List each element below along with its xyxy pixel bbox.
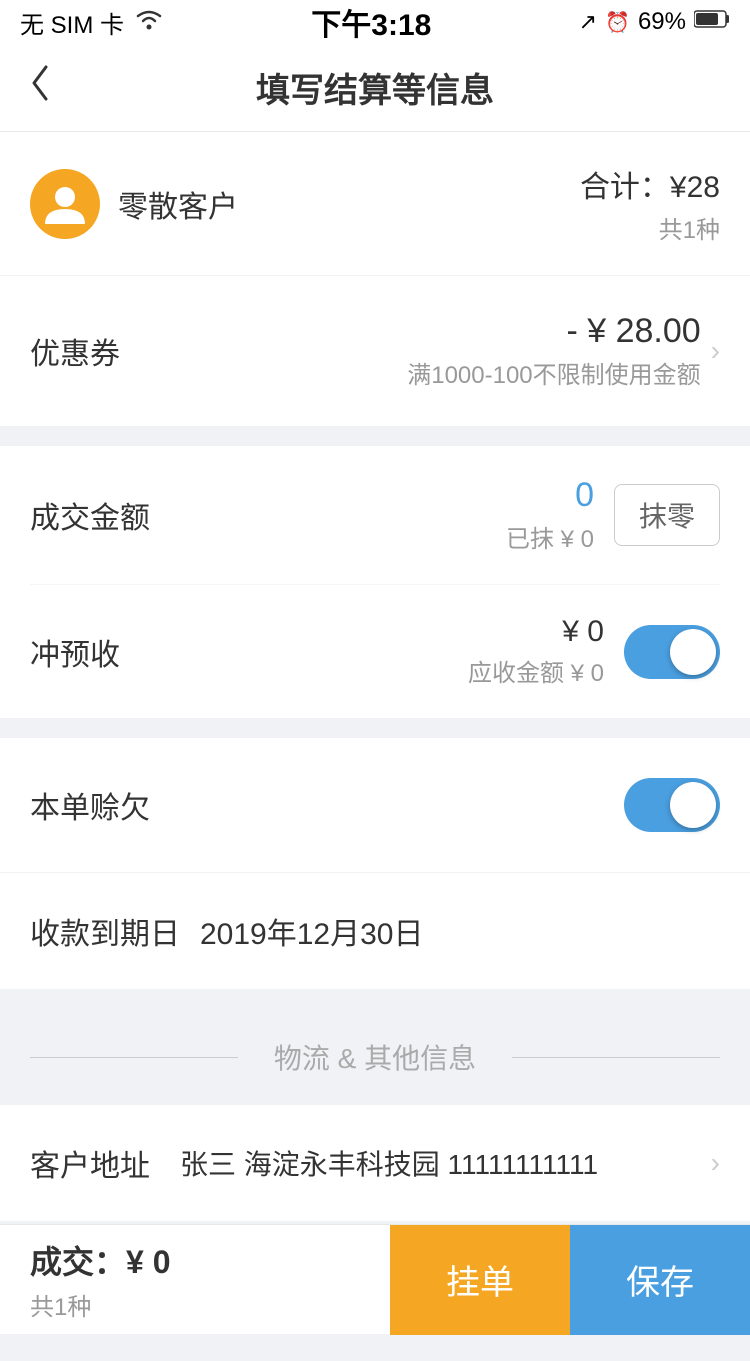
amount-card: 成交金额 0 已抹 ¥ 0 抹零 冲预收 ¥ 0 应收金额 ¥ 0: [0, 446, 750, 718]
bottom-count: 共1种: [30, 1287, 360, 1322]
debt-card: 本单赊欠 收款到期日 2019年12月30日: [0, 738, 750, 989]
address-card: 客户地址 张三 海淀永丰科技园 11111111111 ›: [0, 1105, 750, 1221]
content-area: 零散客户 合计：¥28 共1种 优惠券 - ¥ 28.00 满1000-100不…: [0, 132, 750, 1361]
debt-label: 本单赊欠: [30, 783, 150, 827]
customer-card: 零散客户 合计：¥28 共1种 优惠券 - ¥ 28.00 满1000-100不…: [0, 132, 750, 426]
coupon-chevron-icon: ›: [711, 335, 720, 367]
bottom-bar: 成交：¥ 0 共1种 挂单 保存: [0, 1224, 750, 1334]
no-sim-text: 无 SIM 卡: [20, 5, 124, 40]
customer-name: 零散客户: [118, 182, 238, 226]
debt-section: 本单赊欠: [0, 738, 750, 872]
coupon-label: 优惠券: [30, 329, 120, 373]
prepay-row: 冲预收 ¥ 0 应收金额 ¥ 0: [30, 585, 720, 718]
deal-amount-input-area: 0 已抹 ¥ 0: [506, 476, 594, 554]
coupon-right: - ¥ 28.00 满1000-100不限制使用金额 ›: [407, 312, 720, 390]
deal-amount-row: 成交金额 0 已抹 ¥ 0 抹零: [30, 446, 720, 585]
user-avatar-icon: [40, 179, 90, 229]
due-date-row: 收款到期日 2019年12月30日: [0, 873, 750, 989]
coupon-discount: - ¥ 28.00: [407, 312, 700, 351]
logistics-label: 物流 & 其他信息: [258, 1037, 492, 1077]
back-button[interactable]: [28, 63, 52, 112]
customer-right: 合计：¥28 共1种: [580, 162, 720, 245]
prepay-right: ¥ 0 应收金额 ¥ 0: [468, 615, 720, 688]
prepay-toggle[interactable]: [624, 625, 720, 679]
total-count: 共1种: [580, 210, 720, 245]
status-bar: 无 SIM 卡 下午3:18 ↗ ⏰ 69%: [0, 0, 750, 44]
address-value: 张三 海淀永丰科技园 11111111111: [180, 1143, 711, 1183]
logistics-line-right: [512, 1057, 720, 1058]
debt-toggle[interactable]: [624, 778, 720, 832]
deal-amount-label: 成交金额: [30, 493, 150, 537]
status-right: ↗ ⏰ 69%: [579, 8, 730, 36]
address-chevron-icon: ›: [711, 1147, 720, 1179]
coupon-info: - ¥ 28.00 满1000-100不限制使用金额: [407, 312, 700, 390]
status-time: 下午3:18: [311, 0, 431, 44]
coupon-row[interactable]: 优惠券 - ¥ 28.00 满1000-100不限制使用金额 ›: [0, 276, 750, 426]
address-label: 客户地址: [30, 1141, 150, 1185]
deal-amount-value[interactable]: 0: [506, 476, 594, 515]
toggle-knob: [670, 629, 716, 675]
logistics-line-left: [30, 1057, 238, 1058]
due-date-label: 收款到期日: [30, 909, 180, 953]
prepay-amount: ¥ 0: [468, 615, 604, 649]
prepay-amounts: ¥ 0 应收金额 ¥ 0: [468, 615, 604, 688]
customer-row: 零散客户 合计：¥28 共1种: [0, 132, 750, 275]
bottom-deal-value: ¥ 0: [126, 1244, 170, 1280]
battery-icon: [694, 8, 730, 36]
debt-toggle-knob: [670, 782, 716, 828]
battery-text: 69%: [638, 8, 686, 36]
bottom-deal-amount: 成交：¥ 0: [30, 1237, 360, 1283]
location-icon: ↗: [579, 9, 597, 35]
deal-amount-sub: 已抹 ¥ 0: [506, 519, 594, 554]
customer-left: 零散客户: [30, 169, 238, 239]
round-down-button[interactable]: 抹零: [614, 484, 720, 546]
alarm-icon: ⏰: [605, 10, 630, 35]
bottom-deal-label: 成交：: [30, 1244, 126, 1280]
amount-section: 成交金额 0 已抹 ¥ 0 抹零 冲预收 ¥ 0 应收金额 ¥ 0: [0, 446, 750, 718]
coupon-desc: 满1000-100不限制使用金额: [407, 355, 700, 390]
pending-button[interactable]: 挂单: [390, 1225, 570, 1335]
bottom-summary: 成交：¥ 0 共1种: [0, 1237, 390, 1322]
logistics-header: 物流 & 其他信息: [0, 1009, 750, 1105]
deal-amount-right: 0 已抹 ¥ 0 抹零: [506, 476, 720, 554]
nav-bar: 填写结算等信息: [0, 44, 750, 132]
due-date-value[interactable]: 2019年12月30日: [200, 909, 423, 953]
total-amount: 合计：¥28: [580, 162, 720, 206]
prepay-sub: 应收金额 ¥ 0: [468, 653, 604, 688]
page-title: 填写结算等信息: [256, 63, 494, 112]
prepay-label: 冲预收: [30, 630, 120, 674]
customer-avatar: [30, 169, 100, 239]
status-left: 无 SIM 卡: [20, 5, 164, 40]
save-button[interactable]: 保存: [570, 1225, 750, 1335]
address-row[interactable]: 客户地址 张三 海淀永丰科技园 11111111111 ›: [0, 1105, 750, 1221]
wifi-icon: [134, 8, 164, 37]
